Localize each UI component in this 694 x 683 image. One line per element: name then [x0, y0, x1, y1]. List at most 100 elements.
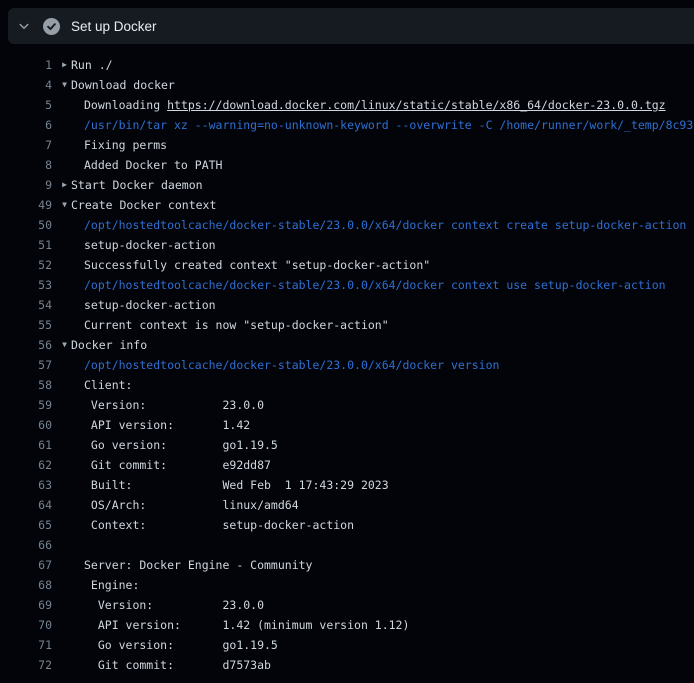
log-line: 58 Client:: [0, 375, 694, 395]
log-link-url[interactable]: https://download.docker.com/linux/static…: [167, 98, 666, 112]
log-text: Git commit: e92dd87: [71, 455, 271, 475]
line-number[interactable]: 60: [0, 415, 52, 435]
group-expanded-icon: ▼: [58, 75, 71, 95]
log-text: Create Docker context: [71, 195, 216, 215]
line-number[interactable]: 61: [0, 435, 52, 455]
log-text: /usr/bin/tar xz --warning=no-unknown-key…: [71, 115, 693, 135]
log-text: setup-docker-action: [71, 235, 216, 255]
line-number[interactable]: 62: [0, 455, 52, 475]
line-number[interactable]: 4: [0, 75, 52, 95]
log-output: 1▶Run ./4▼Download docker5Downloading ht…: [0, 44, 694, 683]
line-number[interactable]: 5: [0, 95, 52, 115]
log-text: API version: 1.42 (minimum version 1.12): [71, 615, 409, 635]
log-plain-text: Download docker: [71, 78, 175, 92]
log-plain-text: Git commit: d7573ab: [84, 658, 271, 672]
line-number[interactable]: 67: [0, 555, 52, 575]
log-plain-text: Built: Wed Feb 1 17:43:29 2023: [84, 478, 389, 492]
log-text: Go version: go1.19.5: [71, 435, 278, 455]
log-text: /opt/hostedtoolcache/docker-stable/23.0.…: [71, 355, 499, 375]
log-line: 67Server: Docker Engine - Community: [0, 555, 694, 575]
group-expanded-icon: ▼: [58, 335, 71, 355]
log-plain-text: setup-docker-action: [84, 298, 216, 312]
log-plain-text: Successfully created context "setup-dock…: [84, 258, 430, 272]
log-plain-text: OS/Arch: linux/amd64: [84, 498, 299, 512]
log-plain-text: Fixing perms: [84, 138, 167, 152]
log-line: 69 Version: 23.0.0: [0, 595, 694, 615]
line-number[interactable]: 66: [0, 535, 52, 555]
log-line: 72 Git commit: d7573ab: [0, 655, 694, 675]
log-line: 55 Current context is now "setup-docker-a…: [0, 315, 694, 335]
line-number[interactable]: 54: [0, 295, 52, 315]
log-plain-text: Version: 23.0.0: [84, 398, 264, 412]
line-number[interactable]: 9: [0, 175, 52, 195]
line-number[interactable]: 72: [0, 655, 52, 675]
log-text: Fixing perms: [71, 135, 167, 155]
step-header[interactable]: Set up Docker: [8, 8, 694, 44]
line-number[interactable]: 6: [0, 115, 52, 135]
log-line: 59 Version: 23.0.0: [0, 395, 694, 415]
log-line: 62 Git commit: e92dd87: [0, 455, 694, 475]
line-number[interactable]: 68: [0, 575, 52, 595]
line-number[interactable]: 69: [0, 595, 52, 615]
line-number[interactable]: 1: [0, 55, 52, 75]
line-number[interactable]: 52: [0, 255, 52, 275]
log-plain-text: API version: 1.42: [84, 418, 250, 432]
log-line: 57/opt/hostedtoolcache/docker-stable/23.…: [0, 355, 694, 375]
line-number[interactable]: 57: [0, 355, 52, 375]
line-number[interactable]: 59: [0, 395, 52, 415]
log-text: Version: 23.0.0: [71, 395, 264, 415]
line-number[interactable]: 65: [0, 515, 52, 535]
line-number[interactable]: 49: [0, 195, 52, 215]
log-text: Client:: [71, 375, 132, 395]
line-number[interactable]: 53: [0, 275, 52, 295]
log-plain-text: Create Docker context: [71, 198, 216, 212]
log-group-row[interactable]: 1 ▶Run ./: [0, 55, 694, 75]
log-group-row[interactable]: 49 ▼Create Docker context: [0, 195, 694, 215]
line-number[interactable]: 7: [0, 135, 52, 155]
log-group-row[interactable]: 9▶Start Docker daemon: [0, 175, 694, 195]
line-number[interactable]: 64: [0, 495, 52, 515]
log-line: 50/opt/hostedtoolcache/docker-stable/23.…: [0, 215, 694, 235]
log-plain-text: Client:: [84, 378, 132, 392]
log-text: Start Docker daemon: [71, 175, 203, 195]
log-command-text: /opt/hostedtoolcache/docker-stable/23.0.…: [84, 218, 686, 232]
log-line: 53/opt/hostedtoolcache/docker-stable/23.…: [0, 275, 694, 295]
check-circle-icon: [43, 18, 60, 35]
log-command-text: /opt/hostedtoolcache/docker-stable/23.0.…: [84, 358, 499, 372]
log-group-row[interactable]: 4 ▼Download docker: [0, 75, 694, 95]
log-line: 8 Added Docker to PATH: [0, 155, 694, 175]
log-text: Docker info: [71, 335, 147, 355]
log-group-row[interactable]: 56 ▼Docker info: [0, 335, 694, 355]
log-plain-text: Go version: go1.19.5: [84, 638, 278, 652]
log-text: Built: Wed Feb 1 17:43:29 2023: [71, 475, 389, 495]
line-number[interactable]: 63: [0, 475, 52, 495]
log-text: Context: setup-docker-action: [71, 515, 354, 535]
log-line: 5Downloading https://download.docker.com…: [0, 95, 694, 115]
line-number[interactable]: 55: [0, 315, 52, 335]
line-number[interactable]: 51: [0, 235, 52, 255]
log-line: 60 API version: 1.42: [0, 415, 694, 435]
log-command-text: /usr/bin/tar xz --warning=no-unknown-key…: [84, 118, 693, 132]
log-text: /opt/hostedtoolcache/docker-stable/23.0.…: [71, 275, 666, 295]
group-collapsed-icon: ▶: [58, 55, 71, 75]
line-number[interactable]: 56: [0, 335, 52, 355]
line-number[interactable]: 8: [0, 155, 52, 175]
log-line: 54 setup-docker-action: [0, 295, 694, 315]
group-expanded-icon: ▼: [58, 195, 71, 215]
log-plain-text: Version: 23.0.0: [84, 598, 264, 612]
log-text: /opt/hostedtoolcache/docker-stable/23.0.…: [71, 215, 686, 235]
line-number[interactable]: 50: [0, 215, 52, 235]
log-line: 51 setup-docker-action: [0, 235, 694, 255]
log-plain-text: Go version: go1.19.5: [84, 438, 278, 452]
log-plain-text: Run ./: [71, 58, 113, 72]
log-plain-text: Current context is now "setup-docker-act…: [84, 318, 389, 332]
log-line: 6/usr/bin/tar xz --warning=no-unknown-ke…: [0, 115, 694, 135]
log-plain-text: setup-docker-action: [84, 238, 216, 252]
line-number[interactable]: 58: [0, 375, 52, 395]
log-text: Engine:: [71, 575, 139, 595]
line-number[interactable]: 70: [0, 615, 52, 635]
log-line: 71 Go version: go1.19.5: [0, 635, 694, 655]
log-text: Added Docker to PATH: [71, 155, 222, 175]
log-command-text: /opt/hostedtoolcache/docker-stable/23.0.…: [84, 278, 666, 292]
line-number[interactable]: 71: [0, 635, 52, 655]
